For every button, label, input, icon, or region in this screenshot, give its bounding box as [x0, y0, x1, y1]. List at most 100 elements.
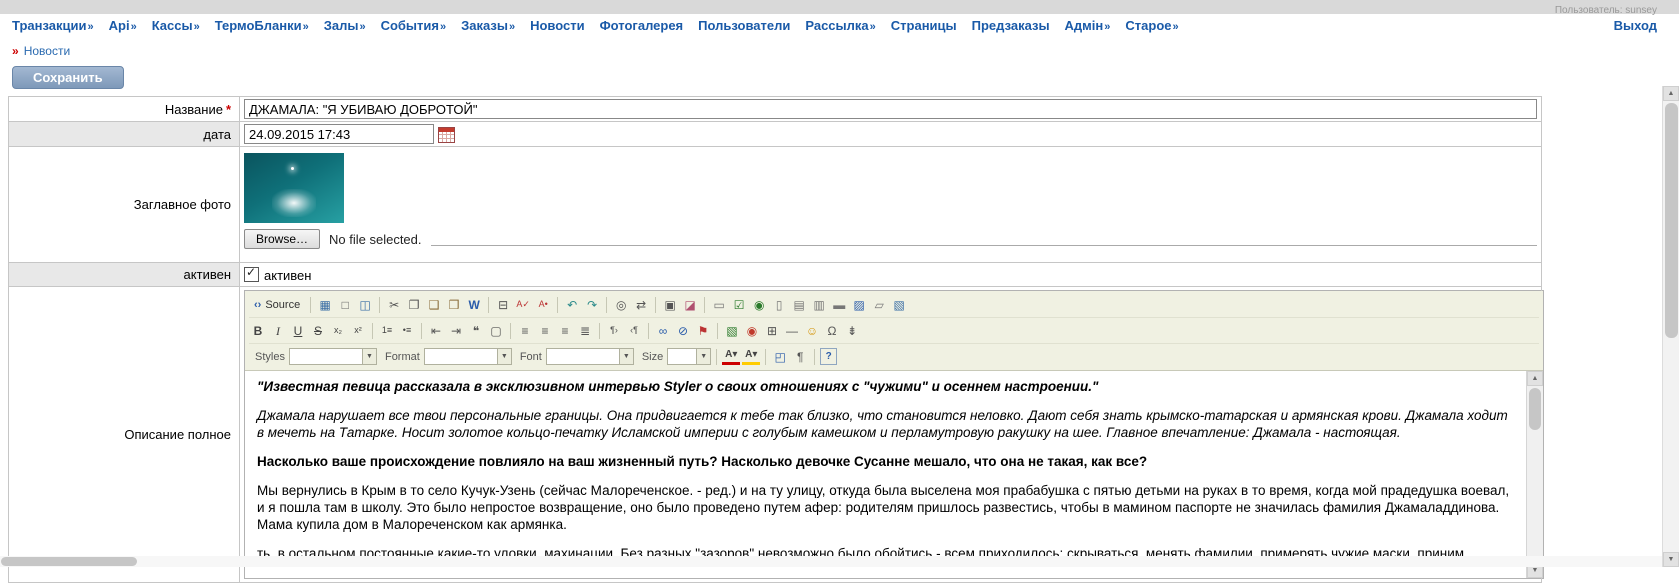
calendar-icon[interactable] — [438, 127, 455, 144]
nav-item-5[interactable]: Залы» — [324, 18, 366, 33]
italic-icon[interactable]: I — [269, 322, 287, 340]
textarea-field-icon[interactable]: ▤ — [790, 296, 808, 314]
checkbox-field-icon[interactable]: ☑ — [730, 296, 748, 314]
nav-item-4[interactable]: ТермоБланки» — [215, 18, 309, 33]
special-char-icon[interactable]: Ω — [823, 322, 841, 340]
bold-icon[interactable]: B — [249, 322, 267, 340]
strike-icon[interactable]: S — [309, 322, 327, 340]
align-center-icon[interactable]: ≡ — [536, 322, 554, 340]
nav-item-10[interactable]: Пользователи — [698, 18, 790, 33]
form-icon[interactable]: ▭ — [710, 296, 728, 314]
page-break-icon[interactable]: ⇟ — [843, 322, 861, 340]
date-input[interactable] — [244, 124, 434, 144]
print-icon[interactable]: ⊟ — [494, 296, 512, 314]
nav-item-6[interactable]: События» — [381, 18, 447, 33]
save-button[interactable]: Сохранить — [12, 66, 124, 89]
text-color-icon[interactable]: A▾ — [722, 348, 741, 365]
page-hscroll-thumb[interactable] — [1, 557, 137, 566]
nav-item-9[interactable]: Фотогалерея — [600, 18, 684, 33]
format-dropdown[interactable]: ▼ — [423, 348, 512, 365]
editor-scrollbar[interactable]: ▲ ▼ — [1526, 371, 1543, 578]
blockquote-icon[interactable]: ❝ — [467, 322, 485, 340]
underline-icon[interactable]: U — [289, 322, 307, 340]
bidi-rtl-icon[interactable]: ‹¶ — [625, 322, 643, 340]
styles-dropdown[interactable]: ▼ — [288, 348, 377, 365]
nav-item-15[interactable]: Старое» — [1125, 18, 1178, 33]
page-scroll-up-icon[interactable]: ▲ — [1663, 86, 1679, 101]
smiley-icon[interactable]: ☺ — [803, 322, 821, 340]
nav-item-13[interactable]: Предзаказы — [972, 18, 1050, 33]
new-page-icon[interactable]: □ — [336, 296, 354, 314]
text-field-icon[interactable]: ▯ — [770, 296, 788, 314]
button-field-icon[interactable]: ▬ — [830, 296, 848, 314]
nav-item-7[interactable]: Заказы» — [461, 18, 515, 33]
superscript-icon[interactable]: x² — [349, 322, 367, 340]
bg-color-icon[interactable]: A▾ — [742, 348, 761, 365]
bullet-list-icon[interactable]: •≡ — [398, 322, 416, 340]
subscript-icon[interactable]: x₂ — [329, 322, 347, 340]
spellcheck-icon[interactable]: A✓ — [514, 296, 532, 314]
paste-word-icon[interactable]: W — [465, 296, 483, 314]
copy-icon[interactable]: ❐ — [405, 296, 423, 314]
cut-icon[interactable]: ✂ — [385, 296, 403, 314]
flash-icon[interactable]: ◉ — [743, 322, 761, 340]
save-icon[interactable]: ▦ — [316, 296, 334, 314]
justify-icon[interactable]: ≣ — [576, 322, 594, 340]
replace-icon[interactable]: ⇄ — [632, 296, 650, 314]
page-scroll-down-icon[interactable]: ▼ — [1663, 552, 1679, 567]
unlink-icon[interactable]: ⊘ — [674, 322, 692, 340]
page-scroll-thumb[interactable] — [1664, 103, 1678, 338]
breadcrumb-link[interactable]: Новости — [24, 44, 70, 58]
title-input[interactable] — [244, 99, 1537, 119]
source-button[interactable]: ‹› Source — [249, 299, 305, 311]
bidi-ltr-icon[interactable]: ¶› — [605, 322, 623, 340]
browse-button[interactable]: Browse… — [244, 229, 321, 249]
remove-format-icon[interactable]: ◪ — [681, 296, 699, 314]
align-right-icon[interactable]: ≡ — [556, 322, 574, 340]
nav-item-11[interactable]: Рассылка» — [805, 18, 875, 33]
undo-icon[interactable]: ↶ — [563, 296, 581, 314]
div-icon[interactable]: ▢ — [487, 322, 505, 340]
maximize-icon[interactable]: ◰ — [771, 348, 789, 366]
nav-item-8[interactable]: Новости — [530, 18, 585, 33]
nav-item-14[interactable]: Адмін» — [1065, 18, 1111, 33]
about-icon[interactable]: ? — [820, 348, 838, 365]
show-blocks-icon[interactable]: ¶ — [791, 348, 809, 366]
table-icon[interactable]: ⊞ — [763, 322, 781, 340]
align-left-icon[interactable]: ≡ — [516, 322, 534, 340]
logout-link[interactable]: Выход — [1614, 18, 1657, 33]
nav-item-3[interactable]: Кассы» — [152, 18, 200, 33]
nav-item-12[interactable]: Страницы — [891, 18, 957, 33]
form-row-photo: Заглавное фото Browse… No file selected. — [8, 146, 1542, 263]
paste-icon[interactable]: ❑ — [425, 296, 443, 314]
editor-scroll-thumb[interactable] — [1529, 388, 1541, 430]
font-dropdown[interactable]: ▼ — [545, 348, 634, 365]
nav-item-1[interactable]: Транзакции» — [12, 18, 94, 33]
size-dropdown[interactable]: ▼ — [667, 348, 712, 365]
link-icon[interactable]: ∞ — [654, 322, 672, 340]
font-dropdown-group: Font ▼ — [514, 348, 634, 365]
paste-text-icon[interactable]: ❒ — [445, 296, 463, 314]
hidden-field-icon[interactable]: ▱ — [870, 296, 888, 314]
select-all-icon[interactable]: ▣ — [661, 296, 679, 314]
select-field-icon[interactable]: ▥ — [810, 296, 828, 314]
hr-icon[interactable]: ― — [783, 322, 801, 340]
redo-icon[interactable]: ↷ — [583, 296, 601, 314]
editor-content[interactable]: "Известная певица рассказала в эксклюзив… — [245, 371, 1526, 578]
scayt-icon[interactable]: A• — [534, 296, 552, 314]
preview-icon[interactable]: ◫ — [356, 296, 374, 314]
indent-icon[interactable]: ⇥ — [447, 322, 465, 340]
page-horizontal-scrollbar[interactable] — [0, 556, 1662, 567]
nav-item-2[interactable]: Api» — [109, 18, 137, 33]
image-button-icon[interactable]: ▨ — [850, 296, 868, 314]
radio-field-icon[interactable]: ◉ — [750, 296, 768, 314]
templates-icon[interactable]: ▧ — [890, 296, 908, 314]
find-icon[interactable]: ◎ — [612, 296, 630, 314]
numbered-list-icon[interactable]: 1≡ — [378, 322, 396, 340]
anchor-icon[interactable]: ⚑ — [694, 322, 712, 340]
image-icon[interactable]: ▧ — [723, 322, 741, 340]
active-checkbox[interactable] — [244, 265, 259, 282]
editor-scroll-up-icon[interactable]: ▲ — [1527, 371, 1543, 386]
outdent-icon[interactable]: ⇤ — [427, 322, 445, 340]
page-vertical-scrollbar[interactable]: ▲ ▼ — [1662, 86, 1679, 567]
